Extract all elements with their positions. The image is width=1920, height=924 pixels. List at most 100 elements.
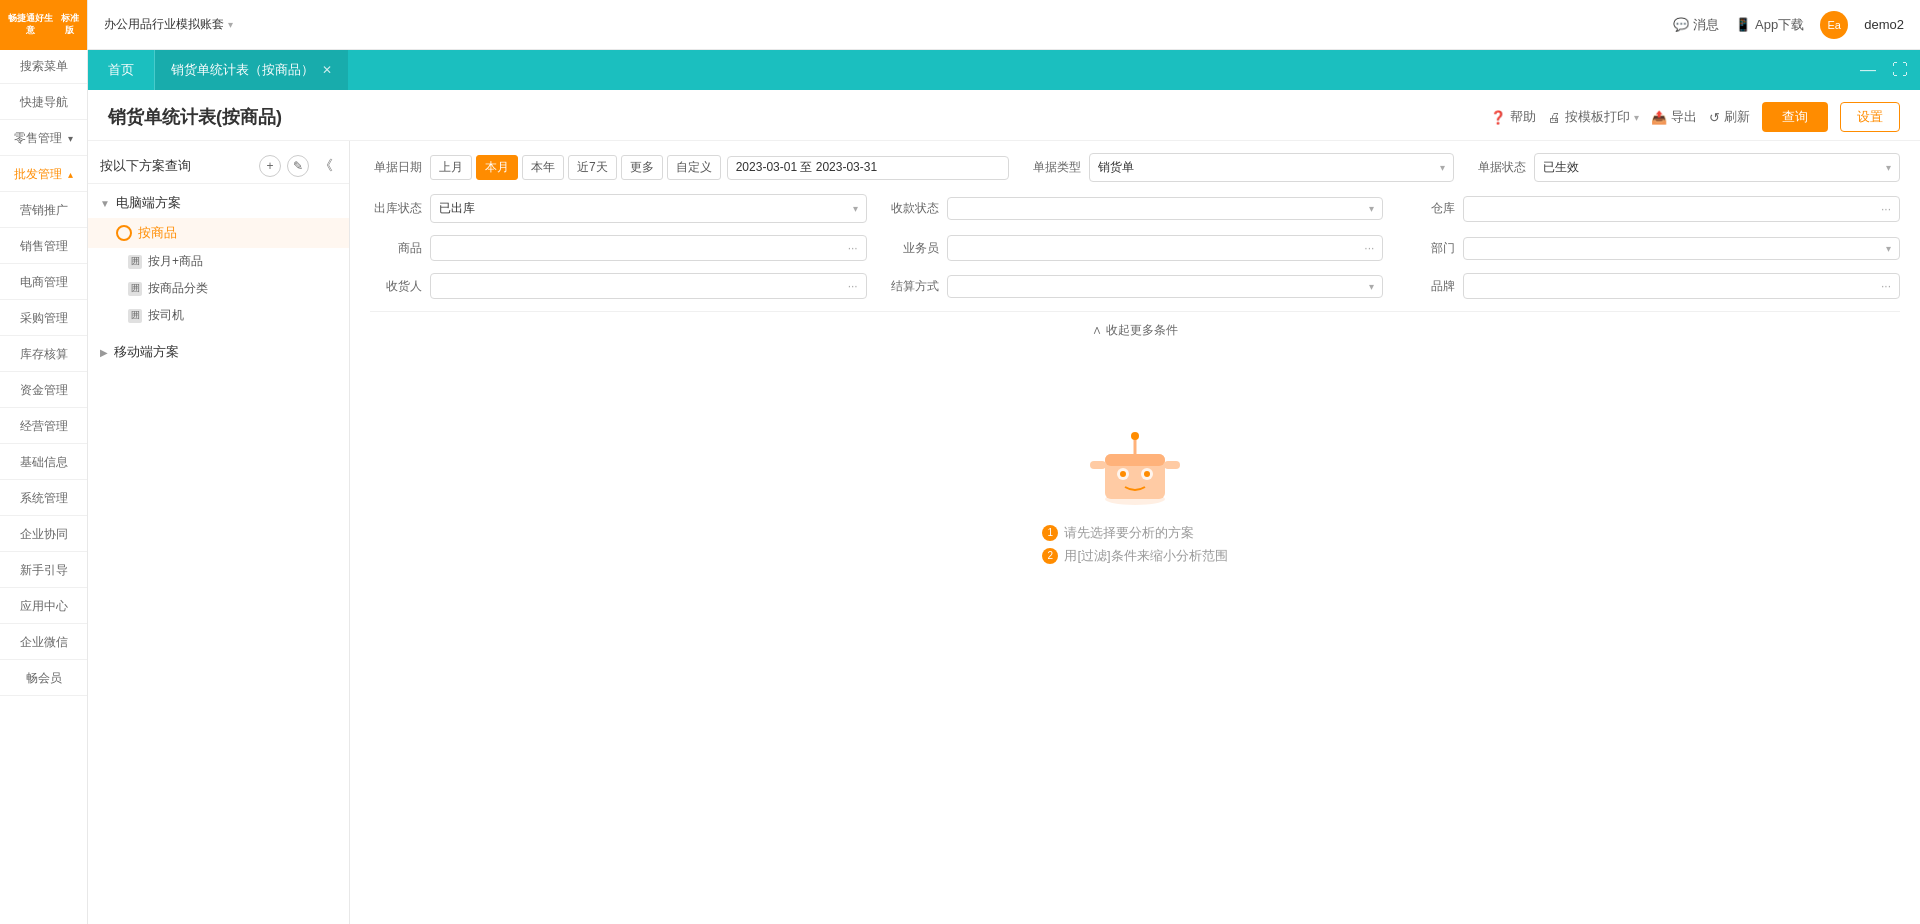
sidebar-item-finance[interactable]: 资金管理 (0, 372, 87, 408)
sidebar-item-inventory[interactable]: 库存核算 (0, 336, 87, 372)
tab-close-icon[interactable]: ✕ (322, 63, 332, 77)
sidebar-item-basic[interactable]: 基础信息 (0, 444, 87, 480)
sidebar-item-purchase[interactable]: 采购管理 (0, 300, 87, 336)
filter-field-doc-type: 单据类型 销货单 ▾ (1029, 153, 1455, 182)
recipient-input[interactable]: ··· (430, 273, 867, 299)
warehouse-input[interactable]: ··· (1463, 196, 1900, 222)
main-area: 办公用品行业模拟账套 ▾ 💬 消息 📱 App下载 Ea demo2 首页 销货… (88, 0, 1920, 924)
salesman-input[interactable]: ··· (947, 235, 1384, 261)
tab-maximize-icon[interactable]: ⛶ (1888, 57, 1912, 83)
svg-point-8 (1131, 432, 1139, 440)
settlement-label: 结算方式 (887, 278, 947, 295)
recipient-label: 收货人 (370, 278, 430, 295)
sidebar: 畅捷通好生意 标准版 搜索菜单 快捷导航 零售管理 ▾ 批发管理 ▴ 营销推广 … (0, 0, 88, 924)
doc-type-label: 单据类型 (1029, 159, 1089, 176)
sidebar-item-system[interactable]: 系统管理 (0, 480, 87, 516)
tab-bar-actions: — ⛶ (1856, 50, 1920, 90)
date-this-year-btn[interactable]: 本年 (522, 155, 564, 180)
filter-field-payment-status: 收款状态 ▾ (887, 197, 1384, 220)
filter-row-1: 单据日期 上月 本月 本年 近7天 更多 自定义 (370, 153, 1900, 182)
sidebar-item-ecommerce[interactable]: 电商管理 (0, 264, 87, 300)
scheme-group-desktop: ▼ 电脑端方案 按商品 囲 按月+商品 囲 按商品分类 (88, 184, 349, 333)
settlement-dropdown-icon: ▾ (1369, 281, 1374, 292)
help-action[interactable]: ❓ 帮助 (1490, 108, 1536, 126)
filter-row-3: 商品 ··· 业务员 ··· 部门 (370, 235, 1900, 261)
sidebar-logo: 畅捷通好生意 标准版 (0, 0, 87, 50)
doc-status-label: 单据状态 (1474, 159, 1534, 176)
doc-type-input[interactable]: 销货单 ▾ (1089, 153, 1455, 182)
dept-label: 部门 (1403, 240, 1463, 257)
tab-bar: 首页 销货单统计表（按商品） ✕ — ⛶ (88, 50, 1920, 90)
date-range-input[interactable] (727, 156, 1009, 180)
date-last-month-btn[interactable]: 上月 (430, 155, 472, 180)
settings-button[interactable]: 设置 (1840, 102, 1900, 132)
tab-report[interactable]: 销货单统计表（按商品） ✕ (155, 50, 348, 90)
filter-field-warehouse: 仓库 ··· (1403, 196, 1900, 222)
product-dots-icon: ··· (848, 241, 858, 255)
date-more-btn[interactable]: 更多 (621, 155, 663, 180)
date-quick-buttons: 上月 本月 本年 近7天 更多 自定义 (430, 155, 721, 180)
empty-illustration (1085, 409, 1185, 509)
filter-field-out-status: 出库状态 已出库 ▾ (370, 194, 867, 223)
collapse-more-conditions[interactable]: ∧ 收起更多条件 (370, 311, 1900, 349)
svg-rect-10 (1164, 461, 1180, 469)
user-avatar[interactable]: Ea (1820, 11, 1848, 39)
out-status-input[interactable]: 已出库 ▾ (430, 194, 867, 223)
svg-rect-9 (1090, 461, 1106, 469)
username-label[interactable]: demo2 (1864, 17, 1904, 32)
product-input[interactable]: ··· (430, 235, 867, 261)
scheme-item-by-category[interactable]: 囲 按商品分类 (88, 275, 349, 302)
header-messages[interactable]: 💬 消息 (1673, 16, 1719, 34)
date-custom-btn[interactable]: 自定义 (667, 155, 721, 180)
refresh-action[interactable]: ↺ 刷新 (1709, 108, 1750, 126)
doc-status-dropdown-icon: ▾ (1886, 162, 1891, 173)
scheme-item-by-driver[interactable]: 囲 按司机 (88, 302, 349, 329)
workspace-indicator[interactable]: 办公用品行业模拟账套 ▾ (104, 16, 233, 33)
date-last7-btn[interactable]: 近7天 (568, 155, 617, 180)
empty-state: 1 请先选择要分析的方案 2 用[过滤]条件来缩小分析范围 (370, 349, 1900, 628)
product-label: 商品 (370, 240, 430, 257)
scheme-group-mobile-header[interactable]: ▶ 移动端方案 (88, 337, 349, 367)
warehouse-dots-icon: ··· (1881, 202, 1891, 216)
export-action[interactable]: 📤 导出 (1651, 108, 1697, 126)
scheme-group-desktop-header[interactable]: ▼ 电脑端方案 (88, 188, 349, 218)
payment-status-dropdown-icon: ▾ (1369, 203, 1374, 214)
workspace-chevron-icon: ▾ (228, 19, 233, 30)
date-label: 单据日期 (370, 159, 430, 176)
query-button[interactable]: 查询 (1762, 102, 1828, 132)
sidebar-item-wholesale[interactable]: 批发管理 ▴ (0, 156, 87, 192)
sidebar-item-retail[interactable]: 零售管理 ▾ (0, 120, 87, 156)
sidebar-item-member[interactable]: 畅会员 (0, 660, 87, 696)
scheme-item-by-product-month[interactable]: 囲 按月+商品 (88, 248, 349, 275)
settlement-input[interactable]: ▾ (947, 275, 1384, 298)
sidebar-item-newbie[interactable]: 新手引导 (0, 552, 87, 588)
tab-minimize-icon[interactable]: — (1856, 57, 1880, 83)
filter-field-recipient: 收货人 ··· (370, 273, 867, 299)
date-this-month-btn[interactable]: 本月 (476, 155, 518, 180)
scheme-panel: 按以下方案查询 + ✎ 《 ▼ 电脑端方案 (88, 141, 350, 924)
page-title: 销货单统计表(按商品) (108, 105, 282, 129)
scheme-item-by-product[interactable]: 按商品 (88, 218, 349, 248)
brand-dots-icon: ··· (1881, 279, 1891, 293)
svg-point-5 (1120, 471, 1126, 477)
scheme-edit-button[interactable]: ✎ (287, 155, 309, 177)
scheme-collapse-button[interactable]: 《 (315, 155, 337, 177)
sidebar-item-corpwechat[interactable]: 企业微信 (0, 624, 87, 660)
dept-input[interactable]: ▾ (1463, 237, 1900, 260)
doc-status-input[interactable]: 已生效 ▾ (1534, 153, 1900, 182)
sidebar-item-enterprise[interactable]: 企业协同 (0, 516, 87, 552)
payment-status-input[interactable]: ▾ (947, 197, 1384, 220)
tab-home[interactable]: 首页 (88, 50, 155, 90)
print-action[interactable]: 🖨 按模板打印 ▾ (1548, 108, 1639, 126)
sidebar-item-appstore[interactable]: 应用中心 (0, 588, 87, 624)
sidebar-item-marketing[interactable]: 营销推广 (0, 192, 87, 228)
sidebar-item-quick-nav[interactable]: 快捷导航 (0, 84, 87, 120)
scheme-add-button[interactable]: + (259, 155, 281, 177)
header-app-download[interactable]: 📱 App下载 (1735, 16, 1804, 34)
sidebar-item-operations[interactable]: 经营管理 (0, 408, 87, 444)
brand-input[interactable]: ··· (1463, 273, 1900, 299)
sidebar-item-sales[interactable]: 销售管理 (0, 228, 87, 264)
export-icon: 📤 (1651, 110, 1667, 125)
sidebar-search[interactable]: 搜索菜单 (0, 50, 87, 84)
top-header: 办公用品行业模拟账套 ▾ 💬 消息 📱 App下载 Ea demo2 (88, 0, 1920, 50)
